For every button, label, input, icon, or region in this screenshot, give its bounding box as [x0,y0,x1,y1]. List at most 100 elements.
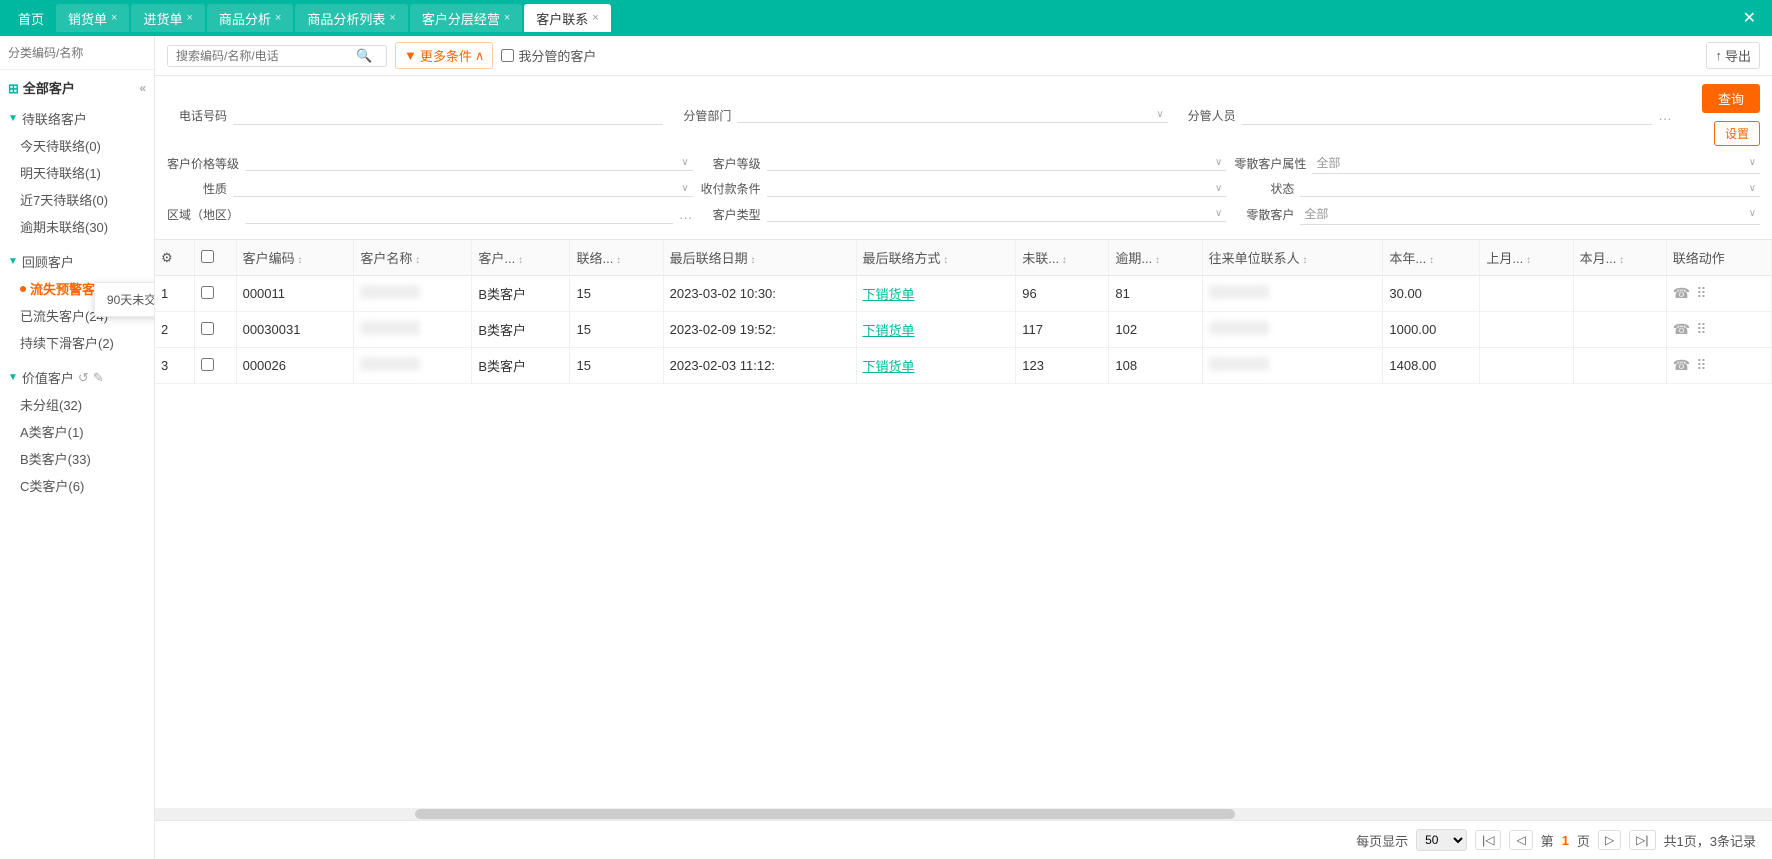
sidebar-group-value-title[interactable]: ▼ 价值客户 ↺ ✎ [0,364,154,391]
customer-level-select[interactable]: ∨ [767,155,1227,171]
tab-product-analysis[interactable]: 商品分析 × [207,4,293,32]
close-sales-order-icon[interactable]: × [111,12,117,24]
action-more-icon-0[interactable]: ⠿ [1696,285,1706,302]
col-this-month[interactable]: 本月... [1573,240,1666,276]
search-execute-icon[interactable]: 🔍 [356,48,372,64]
sidebar-item-class-a[interactable]: A类客户(1) [0,418,154,445]
col-contact-count[interactable]: 联络... [570,240,663,276]
col-last-contact-date[interactable]: 最后联络日期 [663,240,856,276]
close-contact-icon[interactable]: × [592,12,598,24]
row-checkbox-0[interactable] [194,276,236,312]
sidebar-collapse-icon[interactable]: « [139,81,146,95]
my-customers-checkbox[interactable] [501,49,514,62]
setting-button[interactable]: 设置 [1714,121,1760,146]
sidebar-search-input[interactable] [8,46,155,60]
gender-label: 性质 [167,180,227,197]
sidebar-search-area: 🔍 [0,36,154,70]
sidebar-item-declining[interactable]: 持续下滑客户(2) [0,329,154,356]
action-more-icon-1[interactable]: ⠿ [1696,321,1706,338]
last-page-button[interactable]: ▷| [1629,830,1655,850]
col-settings[interactable]: ⚙ [155,240,194,276]
prev-page-button[interactable]: ◁ [1509,830,1532,850]
customer-type-select[interactable]: ∨ [767,206,1227,222]
zero-retail-select[interactable]: 全部 ∨ [1300,203,1760,225]
close-product-list-icon[interactable]: × [389,12,395,24]
sidebar-item-today[interactable]: 今天待联络(0) [0,132,154,159]
col-name[interactable]: 客户名称 [354,240,472,276]
sidebar-item-class-c[interactable]: C类客户(6) [0,472,154,499]
gender-chevron-icon: ∨ [681,183,688,194]
row-last-method-2[interactable]: 下销货单 [856,348,1016,384]
home-tab[interactable]: 首页 [8,9,54,28]
row-last-method-0[interactable]: 下销货单 [856,276,1016,312]
status-select[interactable]: ∨ [1300,181,1760,197]
payment-chevron-icon: ∨ [1215,183,1222,194]
tab-product-analysis-list[interactable]: 商品分析列表 × [295,4,407,32]
row-checkbox-2[interactable] [194,348,236,384]
row-this-year-2: 1408.00 [1383,348,1480,384]
value-refresh-icon[interactable]: ↺ [78,370,89,386]
sidebar-item-overdue[interactable]: 逾期未联络(30) [0,213,154,240]
sidebar-all-customers-header: ⊞全部客户 « [0,70,154,101]
my-customers-checkbox-wrap[interactable]: 我分管的客户 [501,46,596,65]
col-overdue[interactable]: 逾期... [1109,240,1202,276]
zero-attr-select[interactable]: 全部 ∨ [1312,152,1760,174]
sidebar-group-review-title[interactable]: ▼ 回顾客户 90天未交易的客户，可能有流失风险。 [0,248,154,275]
close-product-analysis-icon[interactable]: × [275,12,281,24]
phone-input[interactable] [233,106,663,125]
close-purchase-order-icon[interactable]: × [186,12,192,24]
value-edit-icon[interactable]: ✎ [93,370,104,386]
col-last-contact-method[interactable]: 最后联络方式 [856,240,1016,276]
price-level-select[interactable]: ∨ [245,155,693,171]
sidebar-item-class-b[interactable]: B类客户(33) [0,445,154,472]
tab-customer-segmentation[interactable]: 客户分层经营 × [410,4,522,32]
per-page-select[interactable]: 50 100 200 [1416,829,1467,851]
export-button[interactable]: ↑ 导出 [1706,42,1760,69]
scrollbar-thumb[interactable] [415,809,1235,819]
action-more-icon-2[interactable]: ⠿ [1696,357,1706,374]
dept-select[interactable]: ∨ [737,107,1167,123]
tab-sales-order[interactable]: 销货单 × [56,4,129,32]
sidebar-group-pending-title[interactable]: ▼ 待联络客户 [0,105,154,132]
zero-attr-label: 零散客户属性 [1234,155,1306,172]
horizontal-scrollbar[interactable] [155,808,1772,820]
search-input[interactable] [176,49,356,63]
select-all-checkbox[interactable] [201,250,214,263]
action-contact-icon-0[interactable]: ☎ [1673,285,1690,302]
sidebar-item-week[interactable]: 近7天待联络(0) [0,186,154,213]
close-segmentation-icon[interactable]: × [504,12,510,24]
action-contact-icon-2[interactable]: ☎ [1673,357,1690,374]
tab-purchase-order[interactable]: 进货单 × [131,4,204,32]
row-this-year-0: 30.00 [1383,276,1480,312]
region-more-icon[interactable]: … [679,206,693,222]
table-area: ⚙ 客户编码 客户名称 客户... 联络... 最后联络日期 最后联络方式 未联… [155,240,1772,808]
content-area: 🔍 ▼ 更多条件 ∧ 我分管的客户 ↑ 导出 电话号码 [155,36,1772,859]
person-input[interactable] [1242,106,1652,125]
action-contact-icon-1[interactable]: ☎ [1673,321,1690,338]
sidebar-item-ungrouped[interactable]: 未分组(32) [0,391,154,418]
col-unlisted[interactable]: 未联... [1016,240,1109,276]
row-last-method-1[interactable]: 下销货单 [856,312,1016,348]
row-actions-0: ☎ ⠿ [1666,276,1771,312]
gender-select[interactable]: ∨ [233,181,693,197]
col-contact-person[interactable]: 往来单位联系人 [1202,240,1383,276]
region-input[interactable] [245,205,673,224]
query-button[interactable]: 查询 [1702,84,1760,113]
col-last-month[interactable]: 上月... [1480,240,1573,276]
close-window-icon[interactable]: ✕ [1735,8,1764,28]
sidebar-item-tomorrow[interactable]: 明天待联络(1) [0,159,154,186]
row-checkbox-1[interactable] [194,312,236,348]
col-this-year[interactable]: 本年... [1383,240,1480,276]
person-more-icon[interactable]: … [1658,107,1672,123]
tab-customer-contact[interactable]: 客户联系 × [524,4,610,32]
col-code[interactable]: 客户编码 [236,240,354,276]
col-customer-type[interactable]: 客户... [472,240,570,276]
filter-row-2: 客户价格等级 ∨ 客户等级 ∨ 零散客户属性 全部 [167,152,1760,174]
next-page-button[interactable]: ▷ [1598,830,1621,850]
payment-select[interactable]: ∨ [767,181,1227,197]
more-filters-button[interactable]: ▼ 更多条件 ∧ [395,42,493,69]
col-checkbox[interactable] [194,240,236,276]
first-page-button[interactable]: |◁ [1475,830,1501,850]
pagination-suffix: 页 [1577,831,1590,850]
total-records: 共1页，3条记录 [1664,831,1756,850]
